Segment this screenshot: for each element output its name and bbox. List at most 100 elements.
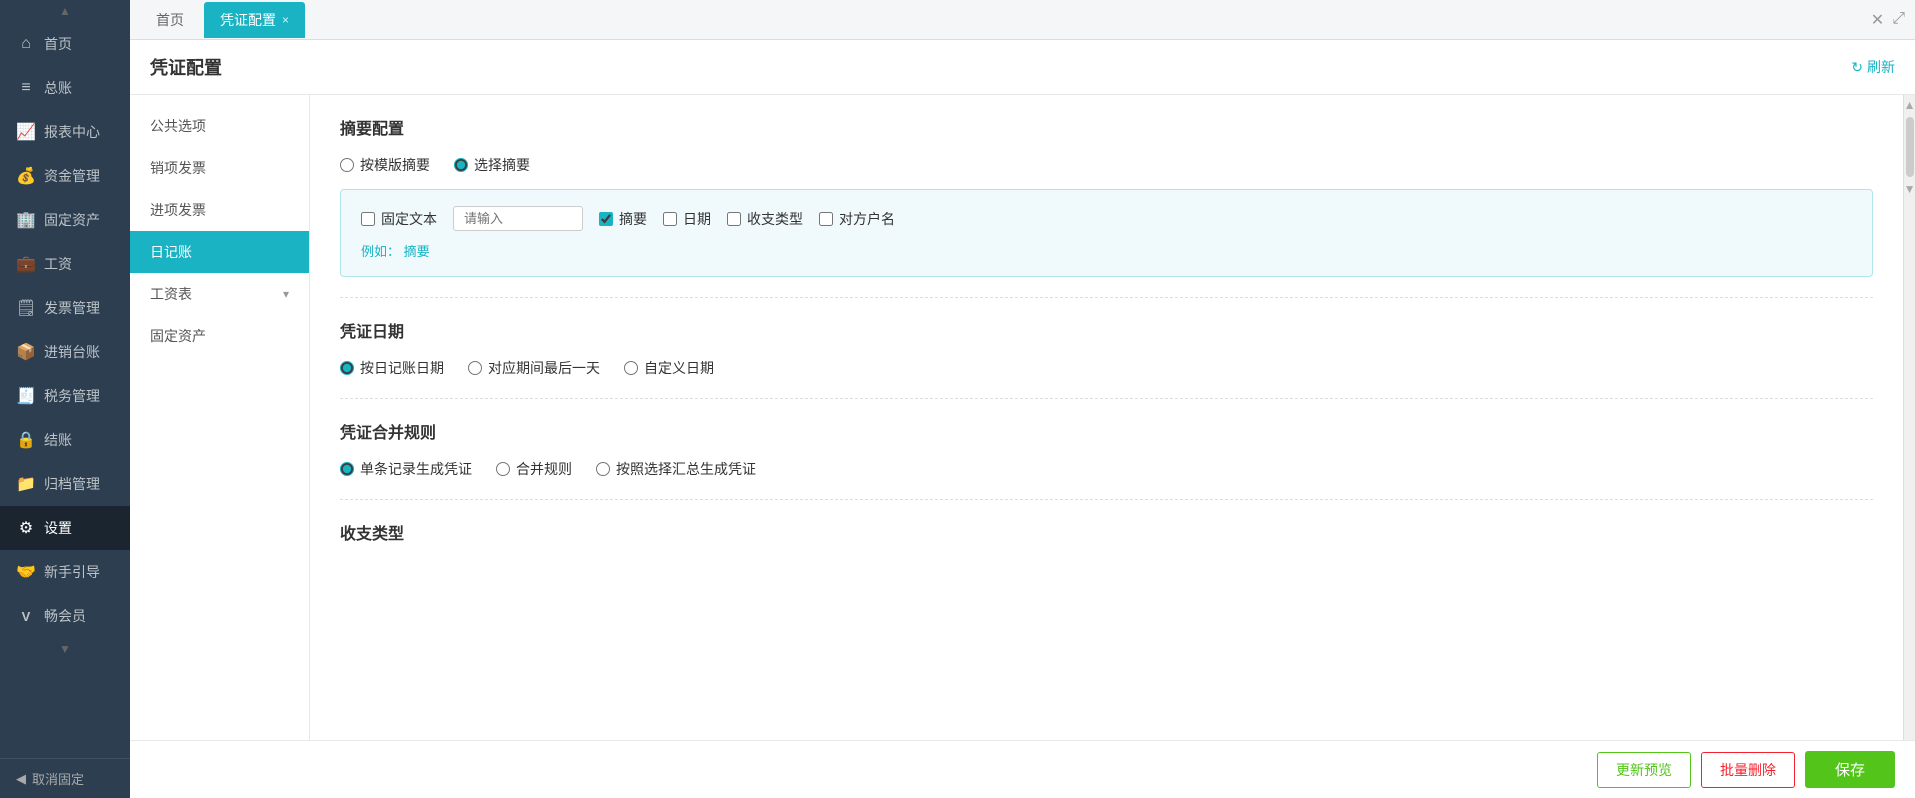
sidebar-item-close[interactable]: 🔒 结账 [0, 418, 130, 462]
radio-merge-rule[interactable]: 合并规则 [496, 459, 572, 479]
checkbox-fixed-text[interactable]: 固定文本 [361, 209, 437, 229]
checkbox-abstract[interactable]: 摘要 [599, 209, 647, 229]
scroll-down-arrow[interactable]: ▼ [1900, 179, 1915, 199]
checkbox-abstract-input[interactable] [599, 212, 613, 226]
checkbox-income-type-input[interactable] [727, 212, 741, 226]
sidebar: ▲ ⌂ 首页 ≡ 总账 📈 报表中心 💰 资金管理 🏢 固定资产 💼 工资 🗒 … [0, 0, 130, 798]
right-content: 摘要配置 按模版摘要 选择摘要 固定文本 [310, 95, 1903, 740]
sidebar-item-archive[interactable]: 📁 归档管理 [0, 462, 130, 506]
sidebar-scroll-down[interactable]: ▼ [0, 638, 130, 660]
nav-item-fixed-assets[interactable]: 固定资产 [130, 315, 309, 357]
abstract-config-box: 固定文本 摘要 日期 收支类型 [340, 189, 1873, 277]
fixed-text-input[interactable] [453, 206, 583, 231]
abstract-section-title: 摘要配置 [340, 115, 1873, 139]
page-title: 凭证配置 [150, 54, 222, 80]
radio-select-merge-input[interactable] [596, 462, 610, 476]
refresh-icon: ↻ [1851, 59, 1863, 76]
nav-item-sales-invoice[interactable]: 销项发票 [130, 147, 309, 189]
abstract-section: 摘要配置 按模版摘要 选择摘要 固定文本 [340, 115, 1873, 298]
bottom-action-bar: 更新预览 批量删除 保存 [130, 740, 1915, 798]
scroll-track: ▲ ▼ [1903, 95, 1915, 740]
checkbox-counterpart[interactable]: 对方户名 [819, 209, 895, 229]
sidebar-scroll-up[interactable]: ▲ [0, 0, 130, 22]
nav-item-journal[interactable]: 日记账 [130, 231, 309, 273]
sidebar-item-assets[interactable]: 🏢 固定资产 [0, 198, 130, 242]
nav-item-purchase-invoice[interactable]: 进项发票 [130, 189, 309, 231]
radio-template-input[interactable] [340, 158, 354, 172]
radio-select-input[interactable] [454, 158, 468, 172]
radio-last-day[interactable]: 对应期间最后一天 [468, 358, 600, 378]
checkbox-counterpart-input[interactable] [819, 212, 833, 226]
sidebar-item-funds[interactable]: 💰 资金管理 [0, 154, 130, 198]
ledger-icon: ≡ [16, 79, 36, 97]
tab-controls: ✕ ⤢ [1871, 10, 1905, 30]
nav-item-public[interactable]: 公共选项 [130, 105, 309, 147]
page-header: 凭证配置 ↻ 刷新 [130, 40, 1915, 95]
content-wrapper: 公共选项 销项发票 进项发票 日记账 工资表 ▾ 固定资产 摘要配置 [130, 95, 1915, 740]
tab-home[interactable]: 首页 [140, 2, 200, 38]
sidebar-pin-toggle[interactable]: ◀ 取消固定 [0, 758, 130, 798]
sales-icon: 📦 [16, 342, 36, 362]
main-area: 首页 凭证配置 × ✕ ⤢ 凭证配置 ↻ 刷新 公共选项 销项发票 进 [130, 0, 1915, 798]
payroll-icon: 💼 [16, 254, 36, 274]
sidebar-item-payroll[interactable]: 💼 工资 [0, 242, 130, 286]
pin-icon: ◀ [16, 771, 26, 787]
left-nav: 公共选项 销项发票 进项发票 日记账 工资表 ▾ 固定资产 [130, 95, 310, 740]
sidebar-item-tax[interactable]: 🧾 税务管理 [0, 374, 130, 418]
abstract-checkbox-row: 固定文本 摘要 日期 收支类型 [361, 206, 1852, 231]
radio-single-record[interactable]: 单条记录生成凭证 [340, 459, 472, 479]
tab-bar: 首页 凭证配置 × ✕ ⤢ [130, 0, 1915, 40]
date-section-title: 凭证日期 [340, 318, 1873, 342]
invoice-icon: 🗒 [16, 298, 36, 318]
radio-template-abstract[interactable]: 按模版摘要 [340, 155, 430, 175]
checkbox-date[interactable]: 日期 [663, 209, 711, 229]
sidebar-item-settings[interactable]: ⚙ 设置 [0, 506, 130, 550]
update-preview-button[interactable]: 更新预览 [1597, 752, 1691, 788]
sidebar-item-home[interactable]: ⌂ 首页 [0, 22, 130, 66]
tab-voucher-config[interactable]: 凭证配置 × [204, 2, 305, 38]
checkbox-date-input[interactable] [663, 212, 677, 226]
radio-select-abstract[interactable]: 选择摘要 [454, 155, 530, 175]
nav-item-payroll-table[interactable]: 工资表 ▾ [130, 273, 309, 315]
radio-merge-input[interactable] [496, 462, 510, 476]
radio-journal-date[interactable]: 按日记账日期 [340, 358, 444, 378]
tab-close-button[interactable]: × [282, 13, 289, 27]
close-accounts-icon: 🔒 [16, 430, 36, 450]
merge-section: 凭证合并规则 单条记录生成凭证 合并规则 按照选择汇总生成凭证 [340, 419, 1873, 500]
scroll-thumb[interactable] [1906, 117, 1914, 177]
radio-custom-date-input[interactable] [624, 361, 638, 375]
save-button[interactable]: 保存 [1805, 751, 1895, 788]
checkbox-fixed-text-input[interactable] [361, 212, 375, 226]
radio-last-day-input[interactable] [468, 361, 482, 375]
vip-icon: V [16, 609, 36, 624]
settings-icon: ⚙ [16, 518, 36, 538]
refresh-button[interactable]: ↻ 刷新 [1851, 57, 1895, 77]
chevron-down-icon: ▾ [283, 287, 289, 301]
radio-single-input[interactable] [340, 462, 354, 476]
sidebar-item-report[interactable]: 📈 报表中心 [0, 110, 130, 154]
sidebar-item-ledger[interactable]: ≡ 总账 [0, 66, 130, 110]
radio-journal-date-input[interactable] [340, 361, 354, 375]
tax-icon: 🧾 [16, 386, 36, 406]
sidebar-item-vip[interactable]: V 畅会员 [0, 594, 130, 638]
window-close-button[interactable]: ✕ [1871, 10, 1884, 30]
radio-custom-date[interactable]: 自定义日期 [624, 358, 714, 378]
home-icon: ⌂ [16, 35, 36, 53]
window-resize-button[interactable]: ⤢ [1892, 10, 1905, 30]
guide-icon: 🤝 [16, 562, 36, 582]
income-type-section: 收支类型 [340, 520, 1873, 580]
report-icon: 📈 [16, 122, 36, 142]
sidebar-item-sales[interactable]: 📦 进销台账 [0, 330, 130, 374]
batch-delete-button[interactable]: 批量删除 [1701, 752, 1795, 788]
merge-radio-group: 单条记录生成凭证 合并规则 按照选择汇总生成凭证 [340, 459, 1873, 479]
scroll-up-arrow[interactable]: ▲ [1900, 95, 1915, 115]
date-section: 凭证日期 按日记账日期 对应期间最后一天 自定义日期 [340, 318, 1873, 399]
sidebar-item-guide[interactable]: 🤝 新手引导 [0, 550, 130, 594]
sidebar-item-invoice[interactable]: 🗒 发票管理 [0, 286, 130, 330]
archive-icon: 📁 [16, 474, 36, 494]
checkbox-income-type[interactable]: 收支类型 [727, 209, 803, 229]
income-type-section-title: 收支类型 [340, 520, 1873, 544]
radio-select-merge[interactable]: 按照选择汇总生成凭证 [596, 459, 756, 479]
merge-section-title: 凭证合并规则 [340, 419, 1873, 443]
funds-icon: 💰 [16, 166, 36, 186]
